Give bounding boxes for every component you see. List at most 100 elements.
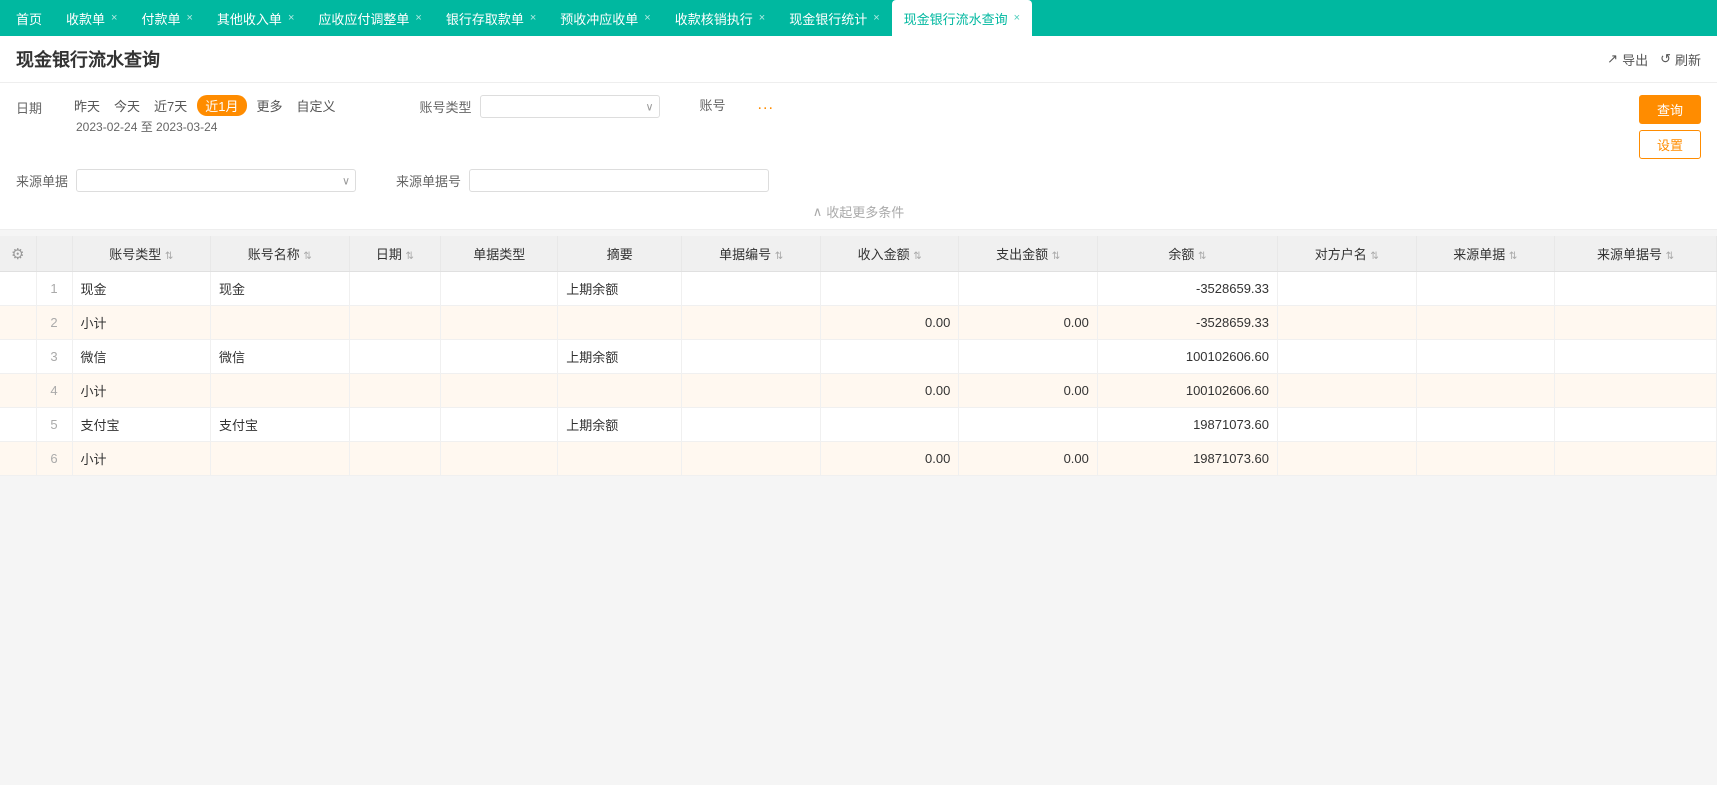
account-dots-button[interactable]: ... bbox=[758, 96, 774, 114]
cell-date bbox=[349, 272, 441, 306]
query-button[interactable]: 查询 bbox=[1639, 95, 1701, 124]
cell-summary: 上期余额 bbox=[558, 272, 682, 306]
cell-expense bbox=[959, 340, 1098, 374]
cell-doc_type bbox=[441, 442, 558, 476]
tab-close-icon[interactable]: × bbox=[186, 12, 192, 24]
nav-tab[interactable]: 收款核销执行× bbox=[663, 0, 777, 36]
col-header-doc_type: 单据类型 bbox=[441, 236, 558, 272]
cell-counterparty bbox=[1278, 442, 1417, 476]
account-type-select-wrapper bbox=[480, 95, 660, 118]
tab-label: 现金银行流水查询 bbox=[904, 9, 1008, 28]
tab-close-icon[interactable]: × bbox=[288, 12, 294, 24]
cell-date bbox=[349, 374, 441, 408]
cell-source_doc_no bbox=[1555, 408, 1717, 442]
collapse-bar[interactable]: ∧ 收起更多条件 bbox=[16, 198, 1701, 225]
col-header-source_doc[interactable]: 来源单据 ⇅ bbox=[1416, 236, 1555, 272]
page-title: 现金银行流水查询 bbox=[16, 46, 160, 72]
cell-doc_no bbox=[682, 306, 821, 340]
cell-date bbox=[349, 408, 441, 442]
nav-tab[interactable]: 现金银行流水查询 × bbox=[892, 0, 1032, 36]
cell-balance: -3528659.33 bbox=[1097, 272, 1277, 306]
cell-expense: 0.00 bbox=[959, 306, 1098, 340]
col-header-income[interactable]: 收入金额 ⇅ bbox=[820, 236, 959, 272]
cell-doc_no bbox=[682, 442, 821, 476]
col-header-counterparty[interactable]: 对方户名 ⇅ bbox=[1278, 236, 1417, 272]
sort-icon: ⇅ bbox=[1509, 251, 1517, 262]
nav-tab[interactable]: 现金银行统计× bbox=[777, 0, 891, 36]
source-doc-select-wrapper bbox=[76, 169, 356, 192]
cell-account_type: 现金 bbox=[72, 272, 211, 306]
export-button[interactable]: ↗ 导出 bbox=[1607, 50, 1648, 69]
tab-close-icon[interactable]: × bbox=[1014, 12, 1020, 24]
cell-balance: -3528659.33 bbox=[1097, 306, 1277, 340]
col-header-row_num bbox=[36, 236, 72, 272]
col-header-summary: 摘要 bbox=[558, 236, 682, 272]
nav-tab[interactable]: 付款单× bbox=[129, 0, 204, 36]
refresh-button[interactable]: ↺ 刷新 bbox=[1660, 50, 1701, 69]
nav-tab[interactable]: 收款单× bbox=[54, 0, 129, 36]
right-action-buttons: 查询 设置 bbox=[1639, 95, 1701, 159]
tab-close-icon[interactable]: × bbox=[759, 12, 765, 24]
cell-expense bbox=[959, 272, 1098, 306]
source-doc-select[interactable] bbox=[76, 169, 356, 192]
tab-close-icon[interactable]: × bbox=[644, 12, 650, 24]
date-option-btn[interactable]: 更多 bbox=[253, 95, 287, 116]
date-option-btn[interactable]: 今天 bbox=[110, 95, 144, 116]
source-doc-no-input[interactable] bbox=[469, 169, 769, 192]
top-navigation: 首页 收款单×付款单×其他收入单×应收应付调整单×银行存取款单×预收冲应收单×收… bbox=[0, 0, 1717, 36]
table-container: ⚙ 账号类型 ⇅账号名称 ⇅日期 ⇅单据类型摘要单据编号 ⇅收入金额 ⇅支出金额 … bbox=[0, 236, 1717, 476]
col-header-source_doc_no[interactable]: 来源单据号 ⇅ bbox=[1555, 236, 1717, 272]
cell-balance: 19871073.60 bbox=[1097, 408, 1277, 442]
settings-button[interactable]: 设置 bbox=[1639, 130, 1701, 159]
col-header-account_type[interactable]: 账号类型 ⇅ bbox=[72, 236, 211, 272]
cell-source_doc_no bbox=[1555, 306, 1717, 340]
cell-doc_no bbox=[682, 374, 821, 408]
sort-icon: ⇅ bbox=[1370, 251, 1378, 262]
cell-expense: 0.00 bbox=[959, 374, 1098, 408]
row-settings-cell bbox=[0, 340, 36, 374]
export-label: 导出 bbox=[1622, 50, 1648, 69]
row-settings-cell bbox=[0, 408, 36, 442]
filter-area: 日期 昨天今天近7天近1月更多自定义 2023-02-24 至 2023-03-… bbox=[0, 83, 1717, 230]
col-header-account_name[interactable]: 账号名称 ⇅ bbox=[211, 236, 350, 272]
row-settings-cell bbox=[0, 374, 36, 408]
col-header-balance[interactable]: 余额 ⇅ bbox=[1097, 236, 1277, 272]
account-type-select[interactable] bbox=[480, 95, 660, 118]
tab-close-icon[interactable]: × bbox=[415, 12, 421, 24]
nav-tab[interactable]: 银行存取款单× bbox=[434, 0, 548, 36]
cell-date bbox=[349, 442, 441, 476]
date-option-btn[interactable]: 近1月 bbox=[197, 95, 246, 116]
cell-source_doc bbox=[1416, 442, 1555, 476]
date-label: 日期 bbox=[16, 98, 66, 117]
nav-tab[interactable]: 其他收入单× bbox=[205, 0, 306, 36]
table-row: 1现金现金上期余额-3528659.33 bbox=[0, 272, 1717, 306]
sort-icon: ⇅ bbox=[913, 251, 921, 262]
nav-tab[interactable]: 预收冲应收单× bbox=[548, 0, 662, 36]
cell-counterparty bbox=[1278, 272, 1417, 306]
col-header-doc_no[interactable]: 单据编号 ⇅ bbox=[682, 236, 821, 272]
date-option-btn[interactable]: 自定义 bbox=[293, 95, 340, 116]
tab-close-icon[interactable]: × bbox=[873, 12, 879, 24]
date-option-btn[interactable]: 昨天 bbox=[70, 95, 104, 116]
tab-close-icon[interactable]: × bbox=[530, 12, 536, 24]
table-settings-icon[interactable]: ⚙ bbox=[11, 246, 24, 263]
tab-label: 应收应付调整单 bbox=[318, 9, 409, 28]
cell-account_type: 支付宝 bbox=[72, 408, 211, 442]
cell-account_type: 微信 bbox=[72, 340, 211, 374]
tab-close-icon[interactable]: × bbox=[111, 12, 117, 24]
col-header-date[interactable]: 日期 ⇅ bbox=[349, 236, 441, 272]
table-row: 5支付宝支付宝上期余额19871073.60 bbox=[0, 408, 1717, 442]
cell-date bbox=[349, 306, 441, 340]
cell-summary: 上期余额 bbox=[558, 340, 682, 374]
cell-date bbox=[349, 340, 441, 374]
table-body: 1现金现金上期余额-3528659.332小计0.000.00-3528659.… bbox=[0, 272, 1717, 476]
col-header-expense[interactable]: 支出金额 ⇅ bbox=[959, 236, 1098, 272]
header-actions: ↗ 导出 ↺ 刷新 bbox=[1607, 50, 1701, 69]
table-row: 3微信微信上期余额100102606.60 bbox=[0, 340, 1717, 374]
nav-tab[interactable]: 应收应付调整单 × bbox=[306, 0, 433, 36]
row-number: 1 bbox=[36, 272, 72, 306]
cell-income: 0.00 bbox=[820, 306, 959, 340]
cell-source_doc_no bbox=[1555, 442, 1717, 476]
date-option-btn[interactable]: 近7天 bbox=[150, 95, 191, 116]
nav-home[interactable]: 首页 bbox=[4, 0, 54, 36]
